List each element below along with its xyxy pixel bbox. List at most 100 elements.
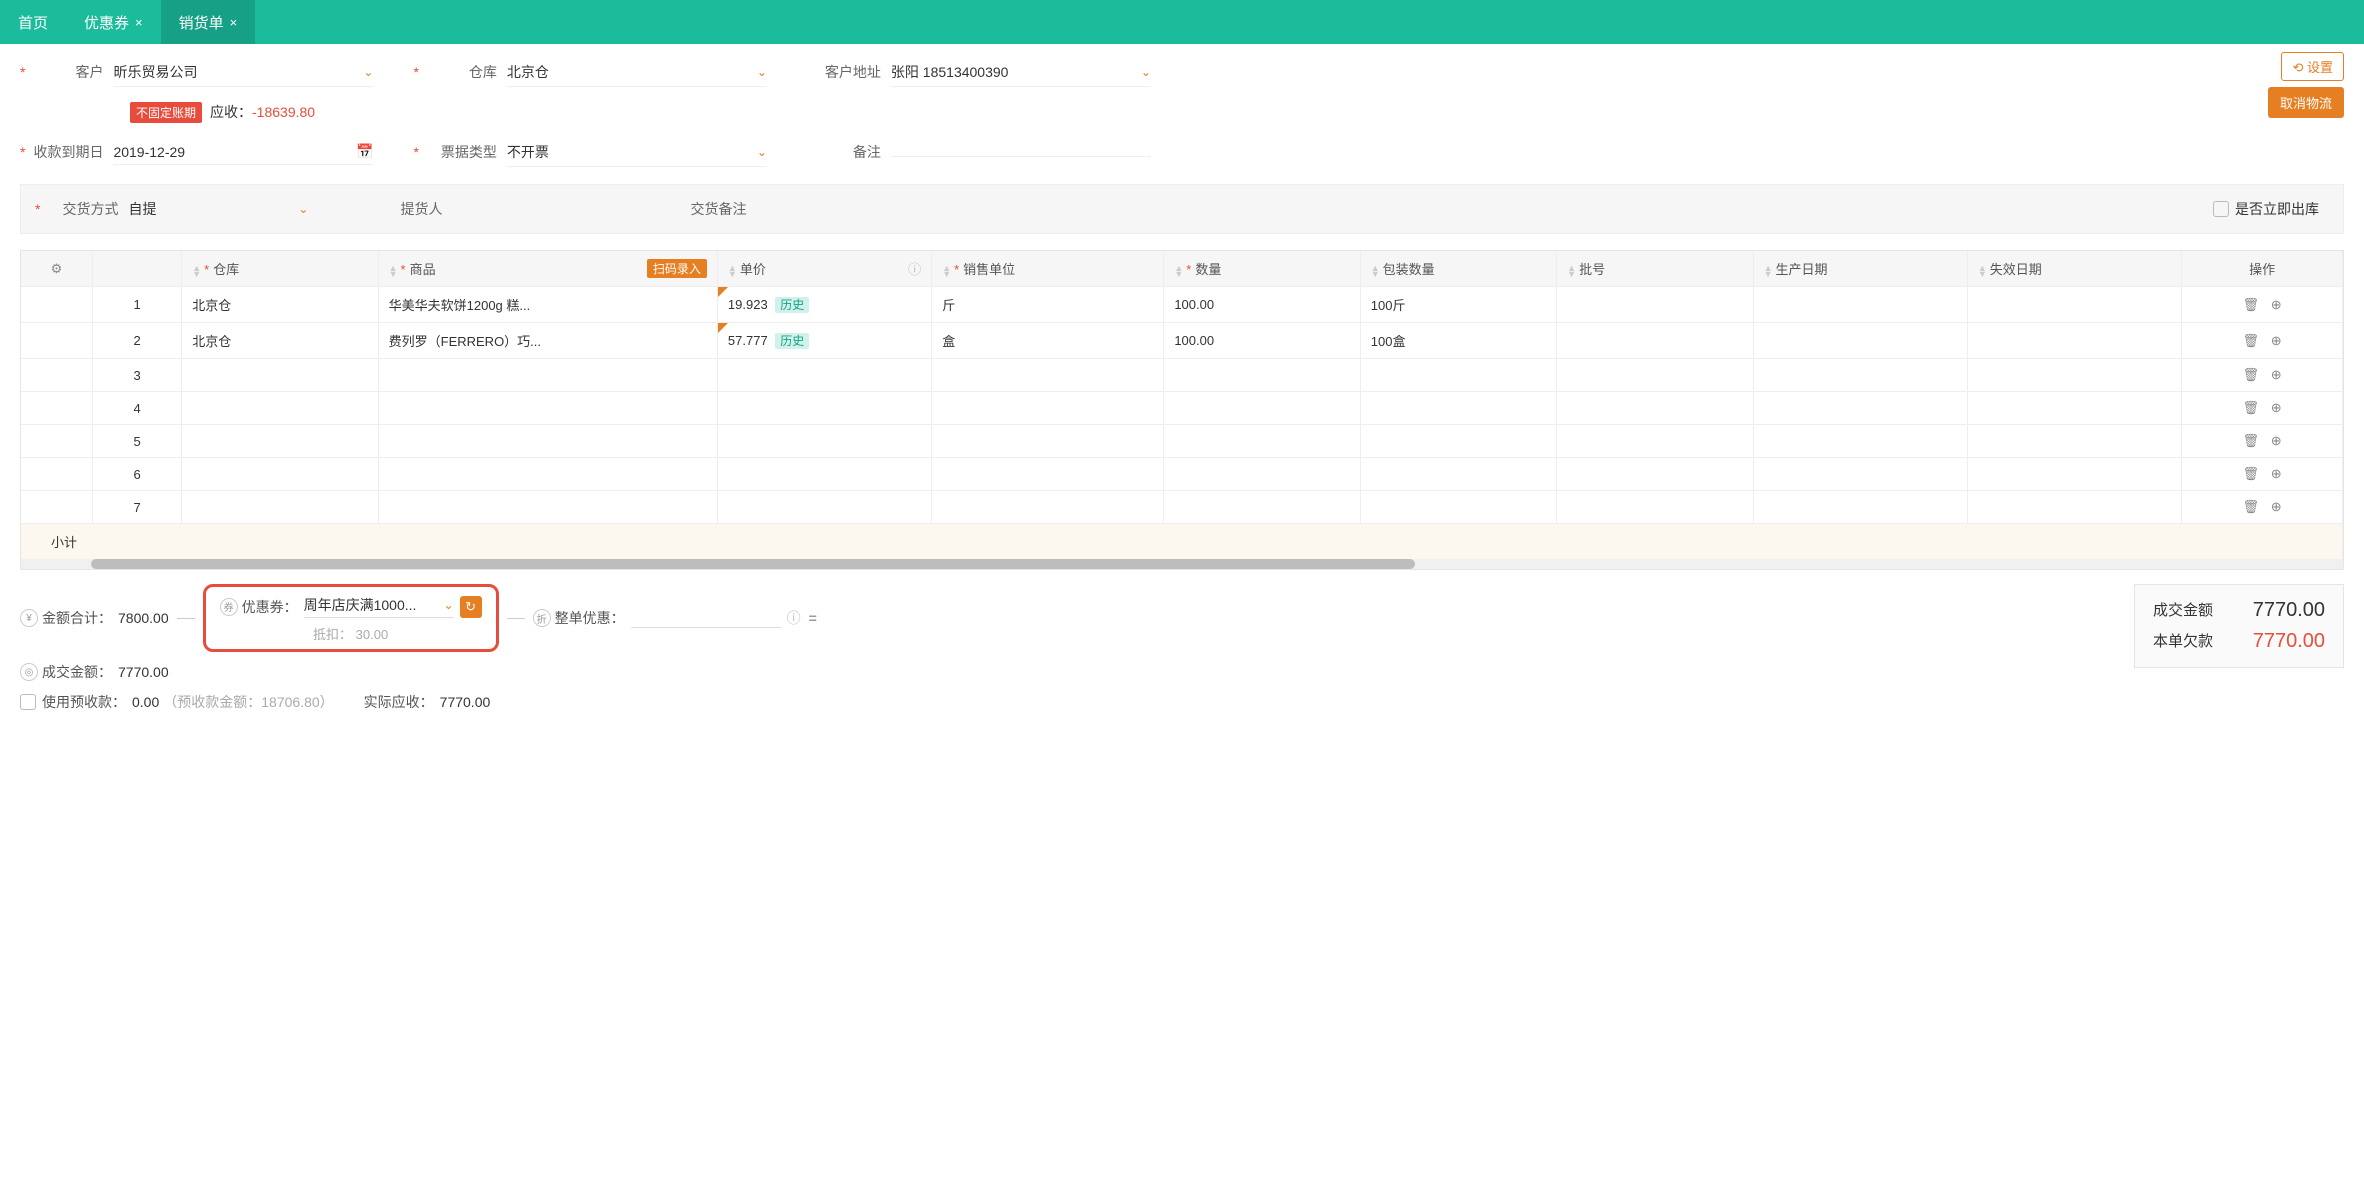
cancel-logistics-button[interactable]: 取消物流 [2268, 87, 2344, 118]
delete-icon[interactable]: 🗑 [2243, 297, 2260, 312]
cell-qty[interactable] [1164, 425, 1360, 458]
cell-qty[interactable] [1164, 359, 1360, 392]
currency-icon: ¥ [20, 609, 38, 627]
help-icon[interactable]: ⓘ [908, 259, 921, 278]
table-row[interactable]: 2 北京仓 费列罗（FERRERO）巧... 57.777 历史 盒 100.0… [21, 323, 2343, 359]
cell-warehouse[interactable] [182, 359, 378, 392]
row-number: 4 [92, 392, 181, 425]
delivery-note-field[interactable] [756, 205, 916, 213]
col-quantity[interactable]: ▲▼*数量 [1164, 251, 1360, 287]
cell-product[interactable]: 华美华夫软饼1200g 糕... [378, 287, 717, 323]
cell-unit[interactable] [932, 425, 1164, 458]
cell-product[interactable] [378, 458, 717, 491]
add-icon[interactable]: ⊕ [2271, 433, 2282, 448]
delete-icon[interactable]: 🗑 [2243, 433, 2260, 448]
add-icon[interactable]: ⊕ [2271, 499, 2282, 514]
cell-product[interactable] [378, 359, 717, 392]
scan-badge[interactable]: 扫码录入 [647, 259, 707, 278]
coupon-icon: 券 [220, 598, 238, 616]
cell-product[interactable] [378, 392, 717, 425]
settings-button[interactable]: ⟲ 设置 [2281, 52, 2344, 81]
cell-pack[interactable] [1360, 392, 1556, 425]
col-prod-date[interactable]: ▲▼生产日期 [1753, 251, 1967, 287]
table-row[interactable]: 4 🗑 ⊕ [21, 392, 2343, 425]
col-product[interactable]: ▲▼*商品扫码录入 [378, 251, 717, 287]
close-icon[interactable]: × [230, 15, 238, 30]
cell-unit[interactable] [932, 392, 1164, 425]
cell-product[interactable] [378, 425, 717, 458]
add-icon[interactable]: ⊕ [2271, 400, 2282, 415]
cell-pack[interactable] [1360, 359, 1556, 392]
delete-icon[interactable]: 🗑 [2243, 499, 2260, 514]
tab-sales-order[interactable]: 销货单× [161, 0, 256, 44]
chevron-down-icon: ⌄ [757, 145, 767, 159]
col-package-qty[interactable]: ▲▼包装数量 [1360, 251, 1556, 287]
cell-pack[interactable]: 100斤 [1360, 287, 1556, 323]
cell-unit[interactable] [932, 359, 1164, 392]
table-row[interactable]: 5 🗑 ⊕ [21, 425, 2343, 458]
add-icon[interactable]: ⊕ [2271, 333, 2282, 348]
add-icon[interactable]: ⊕ [2271, 466, 2282, 481]
help-icon[interactable]: ⓘ [787, 608, 801, 628]
picker-field[interactable] [452, 205, 612, 213]
col-sales-unit[interactable]: ▲▼*销售单位 [932, 251, 1164, 287]
cell-unit[interactable]: 斤 [932, 287, 1164, 323]
payment-date-field[interactable]: 2019-12-29📅 [113, 139, 373, 165]
table-row[interactable]: 1 北京仓 华美华夫软饼1200g 糕... 19.923 历史 斤 100.0… [21, 287, 2343, 323]
cell-qty[interactable] [1164, 458, 1360, 491]
history-badge[interactable]: 历史 [775, 297, 809, 313]
cell-unit[interactable] [932, 458, 1164, 491]
delete-icon[interactable]: 🗑 [2243, 466, 2260, 481]
col-price[interactable]: ▲▼单价ⓘ [717, 251, 931, 287]
cell-qty[interactable] [1164, 392, 1360, 425]
immediate-out-checkbox[interactable] [2213, 201, 2229, 217]
close-icon[interactable]: × [135, 15, 143, 30]
use-prepay-checkbox[interactable] [20, 694, 36, 710]
delivery-method-field[interactable]: 自提⌄ [128, 195, 308, 223]
delete-icon[interactable]: 🗑 [2243, 333, 2260, 348]
col-exp-date[interactable]: ▲▼失效日期 [1967, 251, 2181, 287]
cell-warehouse[interactable] [182, 392, 378, 425]
col-batch[interactable]: ▲▼批号 [1557, 251, 1753, 287]
customer-field[interactable]: 昕乐贸易公司⌄ [113, 58, 373, 87]
table-row[interactable]: 7 🗑 ⊕ [21, 491, 2343, 524]
cell-unit[interactable] [932, 491, 1164, 524]
summary-deal-label: 成交金额 [2153, 599, 2213, 622]
cell-pack[interactable]: 100盒 [1360, 323, 1556, 359]
warehouse-field[interactable]: 北京仓⌄ [507, 58, 767, 87]
add-icon[interactable]: ⊕ [2271, 367, 2282, 382]
cell-pack[interactable] [1360, 491, 1556, 524]
cell-qty[interactable]: 100.00 [1164, 323, 1360, 359]
cell-warehouse[interactable]: 北京仓 [182, 323, 378, 359]
tab-coupon[interactable]: 优惠券× [66, 0, 161, 44]
tabs-bar: 首页 优惠券× 销货单× [0, 0, 2364, 44]
customer-addr-field[interactable]: 张阳 18513400390⌄ [891, 58, 1151, 87]
cell-pack[interactable] [1360, 425, 1556, 458]
coupon-select[interactable]: 周年店庆满1000... ⌄ [304, 595, 454, 618]
delete-icon[interactable]: 🗑 [2243, 367, 2260, 382]
add-icon[interactable]: ⊕ [2271, 297, 2282, 312]
refresh-icon[interactable]: ↻ [460, 596, 482, 618]
cell-qty[interactable]: 100.00 [1164, 287, 1360, 323]
horizontal-scrollbar[interactable] [21, 559, 2343, 569]
table-row[interactable]: 3 🗑 ⊕ [21, 359, 2343, 392]
cell-product[interactable]: 费列罗（FERRERO）巧... [378, 323, 717, 359]
cell-warehouse[interactable] [182, 458, 378, 491]
delete-icon[interactable]: 🗑 [2243, 400, 2260, 415]
gear-header[interactable]: ⚙ [21, 251, 92, 287]
cell-warehouse[interactable] [182, 425, 378, 458]
cell-product[interactable] [378, 491, 717, 524]
cell-pack[interactable] [1360, 458, 1556, 491]
cell-warehouse[interactable]: 北京仓 [182, 287, 378, 323]
invoice-type-field[interactable]: 不开票⌄ [507, 138, 767, 167]
cell-unit[interactable]: 盒 [932, 323, 1164, 359]
table-row[interactable]: 6 🗑 ⊕ [21, 458, 2343, 491]
remark-field[interactable] [891, 148, 1151, 157]
cell-warehouse[interactable] [182, 491, 378, 524]
cell-qty[interactable] [1164, 491, 1360, 524]
payment-date-label: 收款到期日 [29, 142, 103, 162]
col-warehouse[interactable]: ▲▼*仓库 [182, 251, 378, 287]
order-discount-input[interactable] [631, 609, 781, 628]
tab-home[interactable]: 首页 [0, 0, 66, 44]
history-badge[interactable]: 历史 [775, 333, 809, 349]
